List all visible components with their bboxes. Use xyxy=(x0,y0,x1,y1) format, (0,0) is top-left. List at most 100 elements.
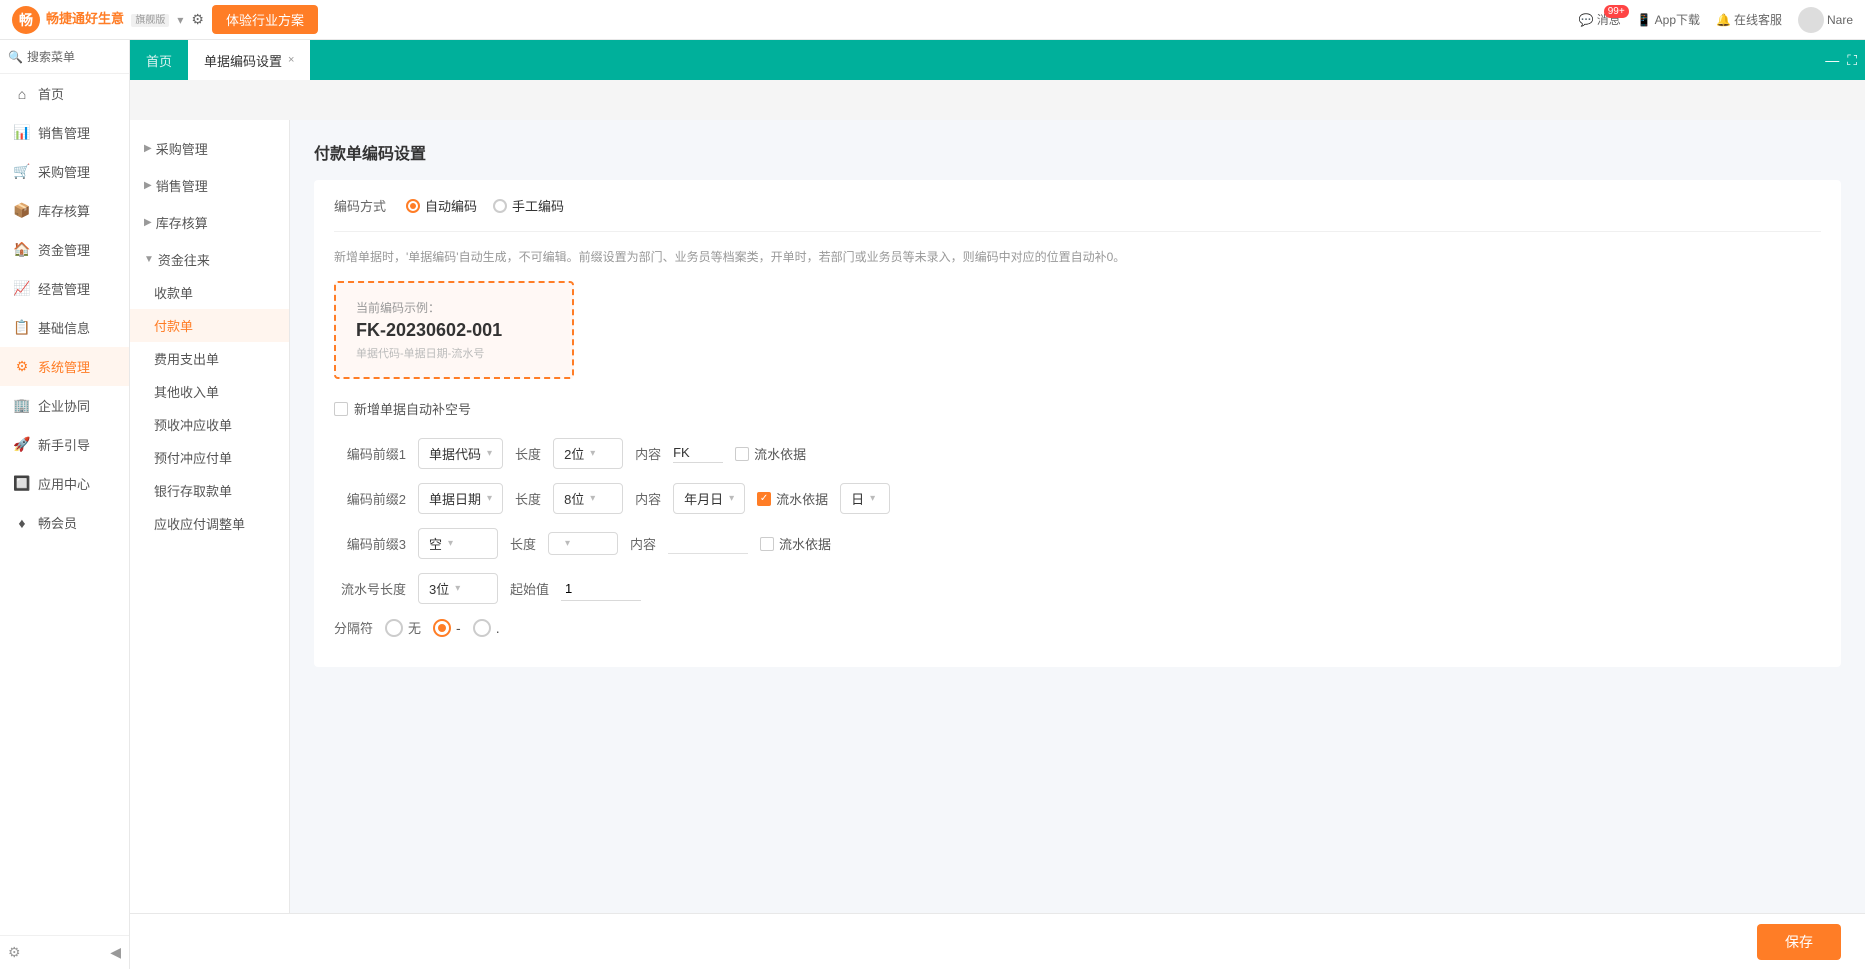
dropdown-arrow-icon: ▾ xyxy=(729,493,734,504)
sidebar-search[interactable]: 🔍 搜索菜单 xyxy=(0,40,129,74)
submenu-item-receipt[interactable]: 收款单 xyxy=(130,276,289,309)
sidebar: 🔍 搜索菜单 ⌂ 首页 📊 销售管理 🛒 采购管理 📦 库存核算 🏠 资 xyxy=(0,40,130,969)
prefix2-day-select[interactable]: 日 ▾ xyxy=(840,483,890,514)
prefix1-select[interactable]: 单据代码 ▾ xyxy=(418,438,503,469)
topbar-right: 💬 消息 99+ 📱 App下载 🔔 在线客服 Nare xyxy=(1579,7,1853,33)
auto-fill-checkbox[interactable] xyxy=(334,402,348,416)
submenu-group-purchase: ▶ 采购管理 xyxy=(130,132,289,165)
inventory-icon: 📦 xyxy=(14,203,30,219)
sidebar-item-enterprise[interactable]: 🏢 企业协同 xyxy=(0,386,129,425)
basic-icon: 📋 xyxy=(14,320,30,336)
auto-fill-row: 新增单据自动补空号 xyxy=(334,399,1821,418)
finance-icon: 🏠 xyxy=(14,242,30,258)
serial-checkbox-icon-2: ✓ xyxy=(757,492,771,506)
trial-button[interactable]: 体验行业方案 xyxy=(212,5,318,34)
submenu-item-advance-receipt[interactable]: 预收冲应收单 xyxy=(130,408,289,441)
apps-icon: 🔲 xyxy=(14,476,30,492)
submenu-group-inventory-title[interactable]: ▶ 库存核算 xyxy=(130,206,289,239)
sidebar-item-basic[interactable]: 📋 基础信息 xyxy=(0,308,129,347)
user-menu[interactable]: Nare xyxy=(1798,7,1853,33)
sidebar-item-system[interactable]: ⚙ 系统管理 xyxy=(0,347,129,386)
dropdown-arrow-icon[interactable]: ▾ xyxy=(177,13,183,27)
sidebar-item-home[interactable]: ⌂ 首页 xyxy=(0,74,129,113)
member-icon: ♦ xyxy=(14,515,30,531)
submenu-item-bank-deposit[interactable]: 银行存取款单 xyxy=(130,474,289,507)
submenu-panel: ▶ 采购管理 ▶ 销售管理 ▶ 库存核算 ▼ 资金往来 xyxy=(130,120,290,969)
message-button[interactable]: 💬 消息 99+ xyxy=(1579,11,1621,28)
submenu-group-inventory: ▶ 库存核算 xyxy=(130,206,289,239)
sidebar-collapse-icon[interactable]: ◀ xyxy=(110,944,121,961)
prefix2-content-select[interactable]: 年月日 ▾ xyxy=(673,483,745,514)
sep-dash-radio[interactable]: - xyxy=(433,619,461,637)
serial-length-select[interactable]: 3位 ▾ xyxy=(418,573,498,604)
submenu-group-capital-title[interactable]: ▼ 资金往来 xyxy=(130,243,289,276)
expand-tab-icon[interactable]: ⛶ xyxy=(1847,52,1857,69)
prefix2-select[interactable]: 单据日期 ▾ xyxy=(418,483,503,514)
submenu-group-sales: ▶ 销售管理 xyxy=(130,169,289,202)
submenu-group-sales-title[interactable]: ▶ 销售管理 xyxy=(130,169,289,202)
sidebar-item-finance[interactable]: 🏠 资金管理 xyxy=(0,230,129,269)
serial-check-row1[interactable]: 流水依据 xyxy=(735,444,806,463)
submenu-item-expense[interactable]: 费用支出单 xyxy=(130,342,289,375)
separator-row: 分隔符 无 - . xyxy=(334,618,1821,637)
online-service-button[interactable]: 🔔 在线客服 xyxy=(1716,11,1782,28)
submenu-item-advance-payment[interactable]: 预付冲应付单 xyxy=(130,441,289,474)
submenu-group-capital: ▼ 资金往来 收款单 付款单 费用支出单 其他收入单 预收冲应收单 预付冲应付单… xyxy=(130,243,289,540)
content-area: ▶ 采购管理 ▶ 销售管理 ▶ 库存核算 ▼ 资金往来 xyxy=(130,120,1865,969)
submenu-item-ap-adjust[interactable]: 应收应付调整单 xyxy=(130,507,289,540)
submenu-item-other-income[interactable]: 其他收入单 xyxy=(130,375,289,408)
sidebar-item-inventory[interactable]: 📦 库存核算 xyxy=(0,191,129,230)
serial-check-row3[interactable]: 流水依据 xyxy=(760,534,831,553)
serial-check-row2[interactable]: ✓ 流水依据 xyxy=(757,489,828,508)
tab-encoding-settings[interactable]: 单据编码设置 × xyxy=(188,40,310,80)
dropdown-arrow-icon: ▾ xyxy=(448,538,453,549)
serial-checkbox-icon-1 xyxy=(735,447,749,461)
app-download-button[interactable]: 📱 App下载 xyxy=(1637,11,1700,28)
settings-section: 编码方式 自动编码 手工编码 新增单据时，'单据编码'自动生成，不可编辑。前缀设… xyxy=(314,180,1841,667)
separator-radio-group: 无 - . xyxy=(385,618,500,637)
prefix3-select[interactable]: 空 ▾ xyxy=(418,528,498,559)
topbar-left: 畅 畅捷通好生意 旗舰版 ▾ ⚙ 体验行业方案 xyxy=(12,5,318,34)
submenu-group-purchase-title[interactable]: ▶ 采购管理 xyxy=(130,132,289,165)
close-tab-icon[interactable]: × xyxy=(288,54,294,66)
serial-checkbox-icon-3 xyxy=(760,537,774,551)
sep-dot-radio[interactable]: . xyxy=(473,619,500,637)
arrow-icon: ▶ xyxy=(144,143,152,154)
sidebar-bottom: ⚙ ◀ xyxy=(0,935,129,969)
preview-box: 当前编码示例： FK-20230602-001 单据代码-单据日期-流水号 xyxy=(334,281,574,379)
prefix2-length-select[interactable]: 8位 ▾ xyxy=(553,483,623,514)
start-value-input[interactable] xyxy=(561,577,641,601)
manual-encoding-radio[interactable]: 手工编码 xyxy=(493,196,564,215)
enterprise-icon: 🏢 xyxy=(14,398,30,414)
sep-none-radio[interactable]: 无 xyxy=(385,618,421,637)
arrow-icon: ▶ xyxy=(144,180,152,191)
arrow-icon: ▼ xyxy=(144,254,154,265)
tab-home[interactable]: 首页 xyxy=(130,40,188,80)
settings-icon[interactable]: ⚙ xyxy=(191,11,204,28)
sidebar-item-apps[interactable]: 🔲 应用中心 xyxy=(0,464,129,503)
prefix1-length-select[interactable]: 2位 ▾ xyxy=(553,438,623,469)
auto-encoding-radio[interactable]: 自动编码 xyxy=(406,196,477,215)
dropdown-arrow-icon: ▾ xyxy=(565,538,570,549)
arrow-icon: ▶ xyxy=(144,217,152,228)
sidebar-item-operation[interactable]: 📈 经营管理 xyxy=(0,269,129,308)
sidebar-item-newbie[interactable]: 🚀 新手引导 xyxy=(0,425,129,464)
logo: 畅 畅捷通好生意 旗舰版 xyxy=(12,6,169,34)
sidebar-settings-icon[interactable]: ⚙ xyxy=(8,944,21,961)
sidebar-item-purchase[interactable]: 🛒 采购管理 xyxy=(0,152,129,191)
dropdown-arrow-icon: ▾ xyxy=(590,448,595,459)
sidebar-item-sales[interactable]: 📊 销售管理 xyxy=(0,113,129,152)
nav-tabs: 首页 单据编码设置 × — ⛶ xyxy=(130,40,1865,80)
submenu-item-payment[interactable]: 付款单 xyxy=(130,309,289,342)
dropdown-arrow-icon: ▾ xyxy=(590,493,595,504)
search-icon: 🔍 xyxy=(8,50,23,64)
sidebar-item-member[interactable]: ♦ 畅会员 xyxy=(0,503,129,542)
hint-text: 新增单据时，'单据编码'自动生成，不可编辑。前缀设置为部门、业务员等档案类，开单… xyxy=(334,248,1821,265)
topbar: 畅 畅捷通好生意 旗舰版 ▾ ⚙ 体验行业方案 💬 消息 99+ 📱 App下载… xyxy=(0,0,1865,40)
operation-icon: 📈 xyxy=(14,281,30,297)
prefix3-length-select[interactable]: ▾ xyxy=(548,532,618,555)
newbie-icon: 🚀 xyxy=(14,437,30,453)
minimize-tab-icon[interactable]: — xyxy=(1825,52,1839,68)
nav-tabs-actions: — ⛶ xyxy=(1825,52,1865,69)
save-button[interactable]: 保存 xyxy=(1757,924,1841,960)
